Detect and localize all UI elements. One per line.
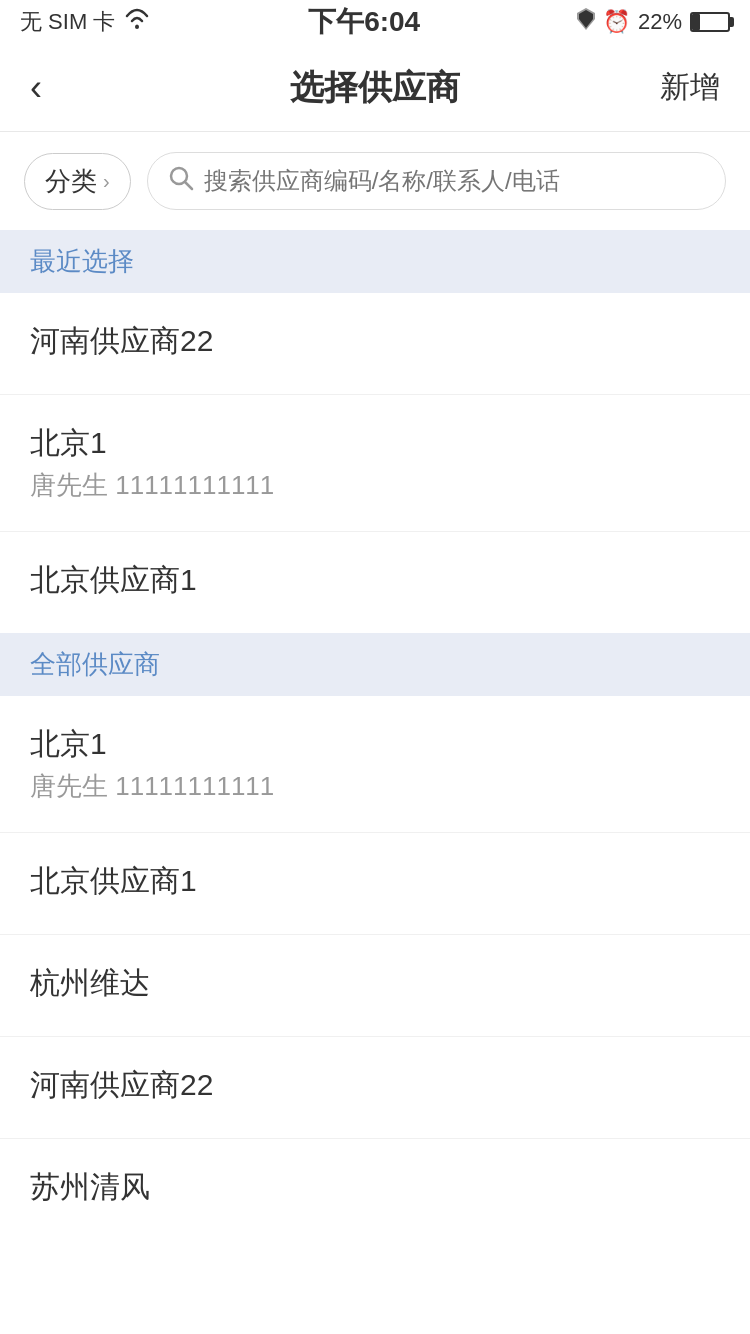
no-sim-text: 无 SIM 卡 [20, 7, 115, 37]
item-name: 北京供应商1 [30, 861, 720, 902]
recent-list-item[interactable]: 北京1 唐先生 11111111111 [0, 395, 750, 532]
recent-items-list: 河南供应商22 北京1 唐先生 11111111111 北京供应商1 [0, 293, 750, 633]
recent-list-item[interactable]: 河南供应商22 [0, 293, 750, 395]
search-box[interactable] [147, 152, 726, 210]
back-button[interactable]: ‹ [30, 67, 90, 109]
recent-section-title: 最近选择 [30, 246, 134, 276]
all-list-item[interactable]: 北京1 唐先生 11111111111 [0, 696, 750, 833]
item-name: 北京1 [30, 423, 720, 464]
status-left: 无 SIM 卡 [20, 7, 151, 37]
all-section-header: 全部供应商 [0, 633, 750, 696]
filter-bar: 分类 › [0, 132, 750, 230]
chevron-right-icon: › [103, 170, 110, 193]
recent-list-item[interactable]: 北京供应商1 [0, 532, 750, 633]
category-button[interactable]: 分类 › [24, 153, 131, 210]
all-list-item[interactable]: 北京供应商1 [0, 833, 750, 935]
item-name: 北京供应商1 [30, 560, 720, 601]
status-time: 下午6:04 [308, 3, 420, 41]
battery-icon [690, 12, 730, 32]
category-label: 分类 [45, 164, 97, 199]
nav-bar: ‹ 选择供应商 新增 [0, 44, 750, 132]
recent-section-header: 最近选择 [0, 230, 750, 293]
status-bar: 无 SIM 卡 下午6:04 ⏰ 22% [0, 0, 750, 44]
search-input[interactable] [204, 167, 705, 195]
add-button[interactable]: 新增 [660, 67, 720, 108]
svg-line-2 [185, 182, 192, 189]
all-section-title: 全部供应商 [30, 649, 160, 679]
search-icon [168, 165, 194, 197]
item-name: 河南供应商22 [30, 321, 720, 362]
item-name: 杭州维达 [30, 963, 720, 1004]
page-title: 选择供应商 [90, 65, 660, 111]
battery-percent: 22% [638, 9, 682, 35]
all-items-list: 北京1 唐先生 11111111111 北京供应商1 杭州维达河南供应商22 苏州清风 [0, 696, 750, 1240]
item-name: 北京1 [30, 724, 720, 765]
location-icon [577, 8, 595, 36]
item-name: 苏州清风 [30, 1167, 720, 1208]
status-right: ⏰ 22% [577, 8, 730, 36]
item-sub: 唐先生 11111111111 [30, 468, 720, 503]
wifi-icon [123, 8, 151, 36]
all-list-item[interactable]: 苏州清风 [0, 1139, 750, 1240]
item-sub: 唐先生 11111111111 [30, 769, 720, 804]
alarm-icon: ⏰ [603, 9, 630, 35]
all-list-item[interactable]: 杭州维达 [0, 935, 750, 1037]
all-list-item[interactable]: 河南供应商22 [0, 1037, 750, 1139]
item-name: 河南供应商22 [30, 1065, 720, 1106]
svg-point-0 [135, 25, 139, 29]
